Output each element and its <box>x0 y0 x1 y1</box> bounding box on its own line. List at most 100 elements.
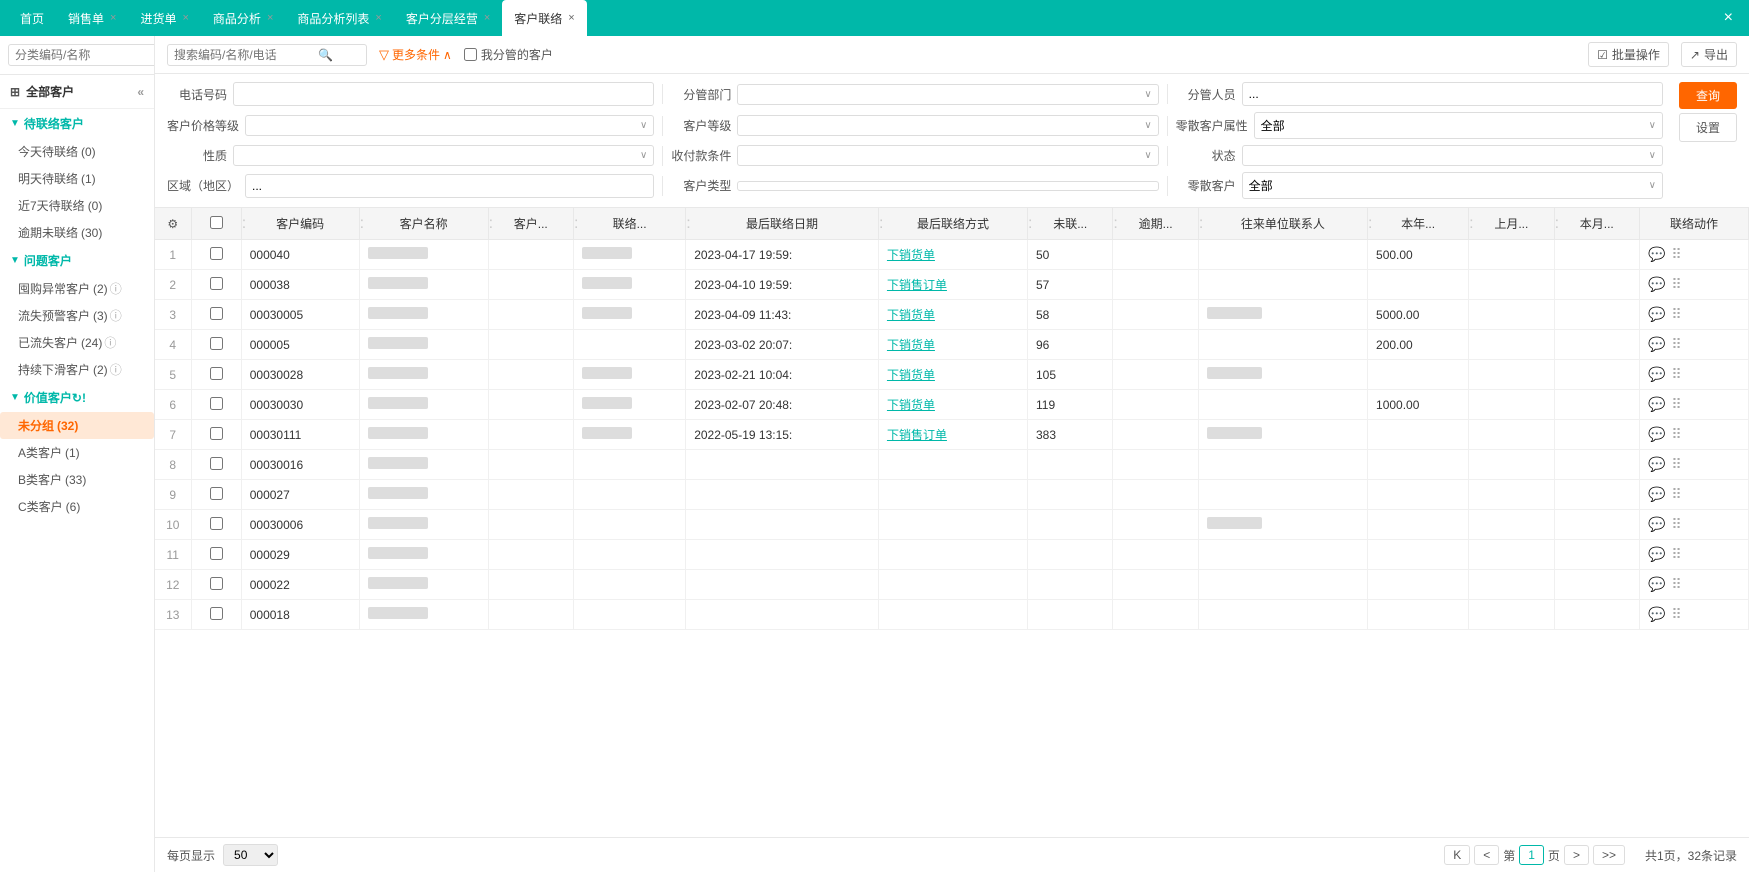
sidebar-overdue-contact[interactable]: 逾期未联络 (30) <box>0 219 154 246</box>
more-icon[interactable]: ⠿ <box>1671 306 1681 323</box>
window-close[interactable]: × <box>1716 9 1741 27</box>
close-sales-tab[interactable]: × <box>110 12 116 24</box>
sidebar-abnormal-stock[interactable]: 囤购异常客户 (2) ⓘ <box>0 275 154 302</box>
person-select[interactable]: ... <box>1242 82 1663 106</box>
group-pending-contact[interactable]: ▼ 待联络客户 <box>0 109 154 138</box>
message-icon[interactable]: 💬 <box>1648 306 1665 323</box>
more-icon[interactable]: ⠿ <box>1671 456 1681 473</box>
nav-sales[interactable]: 销售单 × <box>56 0 128 36</box>
more-icon[interactable]: ⠿ <box>1671 336 1681 353</box>
retail-cust-select[interactable]: 全部 ∨ <box>1242 172 1663 199</box>
row-last-way[interactable] <box>878 510 1027 540</box>
row-last-way[interactable] <box>878 480 1027 510</box>
more-icon[interactable]: ⠿ <box>1671 396 1681 413</box>
my-customers-checkbox[interactable] <box>464 48 477 61</box>
message-icon[interactable]: 💬 <box>1648 576 1665 593</box>
region-select[interactable]: ... <box>245 174 654 198</box>
cust-level-select[interactable]: ∨ <box>737 115 1158 136</box>
search-icon[interactable]: 🔍 <box>318 48 333 62</box>
more-icon[interactable]: ⠿ <box>1671 426 1681 443</box>
sidebar-class-c[interactable]: C类客户 (6) <box>0 493 154 520</box>
row-checkbox[interactable] <box>210 337 223 350</box>
nav-first-btn[interactable]: K <box>1444 845 1470 865</box>
sidebar-class-a[interactable]: A类客户 (1) <box>0 439 154 466</box>
row-last-way[interactable]: 下销货单 <box>878 300 1027 330</box>
more-icon[interactable]: ⠿ <box>1671 606 1681 623</box>
sidebar-declining-customers[interactable]: 持续下滑客户 (2) ⓘ <box>0 356 154 383</box>
more-icon[interactable]: ⠿ <box>1671 546 1681 563</box>
close-product-list-tab[interactable]: × <box>375 12 381 24</box>
message-icon[interactable]: 💬 <box>1648 246 1665 263</box>
row-checkbox[interactable] <box>210 547 223 560</box>
nav-product-analysis-list[interactable]: 商品分析列表 × <box>285 0 393 36</box>
message-icon[interactable]: 💬 <box>1648 486 1665 503</box>
nav-purchase[interactable]: 进货单 × <box>128 0 200 36</box>
message-icon[interactable]: 💬 <box>1648 366 1665 383</box>
row-checkbox[interactable] <box>210 367 223 380</box>
sidebar-ungroup[interactable]: 未分组 (32) <box>0 412 154 439</box>
message-icon[interactable]: 💬 <box>1648 426 1665 443</box>
nav-customer-contact[interactable]: 客户联络 × <box>502 0 586 36</box>
row-checkbox[interactable] <box>210 457 223 470</box>
sidebar-tomorrow-pending[interactable]: 明天待联络 (1) <box>0 165 154 192</box>
th-settings[interactable]: ⚙ <box>155 208 191 240</box>
row-last-way[interactable] <box>878 540 1027 570</box>
last-way-link[interactable]: 下销货单 <box>887 398 935 412</box>
message-icon[interactable]: 💬 <box>1648 516 1665 533</box>
message-icon[interactable]: 💬 <box>1648 336 1665 353</box>
pay-terms-select[interactable]: ∨ <box>737 145 1158 166</box>
phone-input[interactable] <box>233 82 654 106</box>
select-all-checkbox[interactable] <box>210 216 223 229</box>
row-last-way[interactable] <box>878 600 1027 630</box>
last-way-link[interactable]: 下销货单 <box>887 368 935 382</box>
sidebar-lost-customers[interactable]: 已流失客户 (24) ⓘ <box>0 329 154 356</box>
nav-customer-segment[interactable]: 客户分层经营 × <box>394 0 502 36</box>
nav-next-btn[interactable]: > <box>1564 845 1589 865</box>
message-icon[interactable]: 💬 <box>1648 546 1665 563</box>
row-last-way[interactable]: 下销售订单 <box>878 270 1027 300</box>
row-checkbox[interactable] <box>210 607 223 620</box>
settings-button[interactable]: 设置 <box>1679 113 1737 142</box>
message-icon[interactable]: 💬 <box>1648 606 1665 623</box>
close-segment-tab[interactable]: × <box>484 12 490 24</box>
message-icon[interactable]: 💬 <box>1648 396 1665 413</box>
refresh-icon[interactable]: ↻ <box>72 391 82 405</box>
more-icon[interactable]: ⠿ <box>1671 576 1681 593</box>
sidebar-today-pending[interactable]: 今天待联络 (0) <box>0 138 154 165</box>
status-select[interactable]: ∨ <box>1242 145 1663 166</box>
row-last-way[interactable] <box>878 450 1027 480</box>
more-icon[interactable]: ⠿ <box>1671 366 1681 383</box>
row-checkbox[interactable] <box>210 247 223 260</box>
sidebar-search-input[interactable] <box>8 44 155 66</box>
batch-operation-btn[interactable]: ☑ 批量操作 <box>1588 42 1669 67</box>
last-way-link[interactable]: 下销售订单 <box>887 278 947 292</box>
nav-product-analysis[interactable]: 商品分析 × <box>201 0 285 36</box>
sidebar-class-b[interactable]: B类客户 (33) <box>0 466 154 493</box>
row-last-way[interactable]: 下销售订单 <box>878 420 1027 450</box>
row-checkbox[interactable] <box>210 517 223 530</box>
more-icon[interactable]: ⠿ <box>1671 516 1681 533</box>
collapse-arrow-icon[interactable]: « <box>137 85 144 99</box>
more-icon[interactable]: ⠿ <box>1671 246 1681 263</box>
row-checkbox[interactable] <box>210 307 223 320</box>
sidebar-churn-warning[interactable]: 流失预警客户 (3) ⓘ <box>0 302 154 329</box>
message-icon[interactable]: 💬 <box>1648 456 1665 473</box>
sidebar-7days-pending[interactable]: 近7天待联络 (0) <box>0 192 154 219</box>
group-value-customers[interactable]: ▼ 价值客户 ↻ ! <box>0 383 154 412</box>
more-icon[interactable]: ⠿ <box>1671 276 1681 293</box>
row-checkbox[interactable] <box>210 397 223 410</box>
settings-icon[interactable]: ⚙ <box>167 217 178 231</box>
export-btn[interactable]: ↗ 导出 <box>1681 42 1737 67</box>
cust-type-select[interactable] <box>737 181 1158 191</box>
more-conditions-btn[interactable]: ▽ 更多条件 ∧ <box>379 46 452 63</box>
last-way-link[interactable]: 下销货单 <box>887 248 935 262</box>
price-level-select[interactable]: ∨ <box>245 115 654 136</box>
row-checkbox[interactable] <box>210 427 223 440</box>
last-way-link[interactable]: 下销货单 <box>887 338 935 352</box>
row-last-way[interactable] <box>878 570 1027 600</box>
row-last-way[interactable]: 下销货单 <box>878 240 1027 270</box>
search-input[interactable] <box>174 48 314 62</box>
last-way-link[interactable]: 下销售订单 <box>887 428 947 442</box>
nav-prev-btn[interactable]: < <box>1474 845 1499 865</box>
th-checkbox[interactable] <box>191 208 241 240</box>
